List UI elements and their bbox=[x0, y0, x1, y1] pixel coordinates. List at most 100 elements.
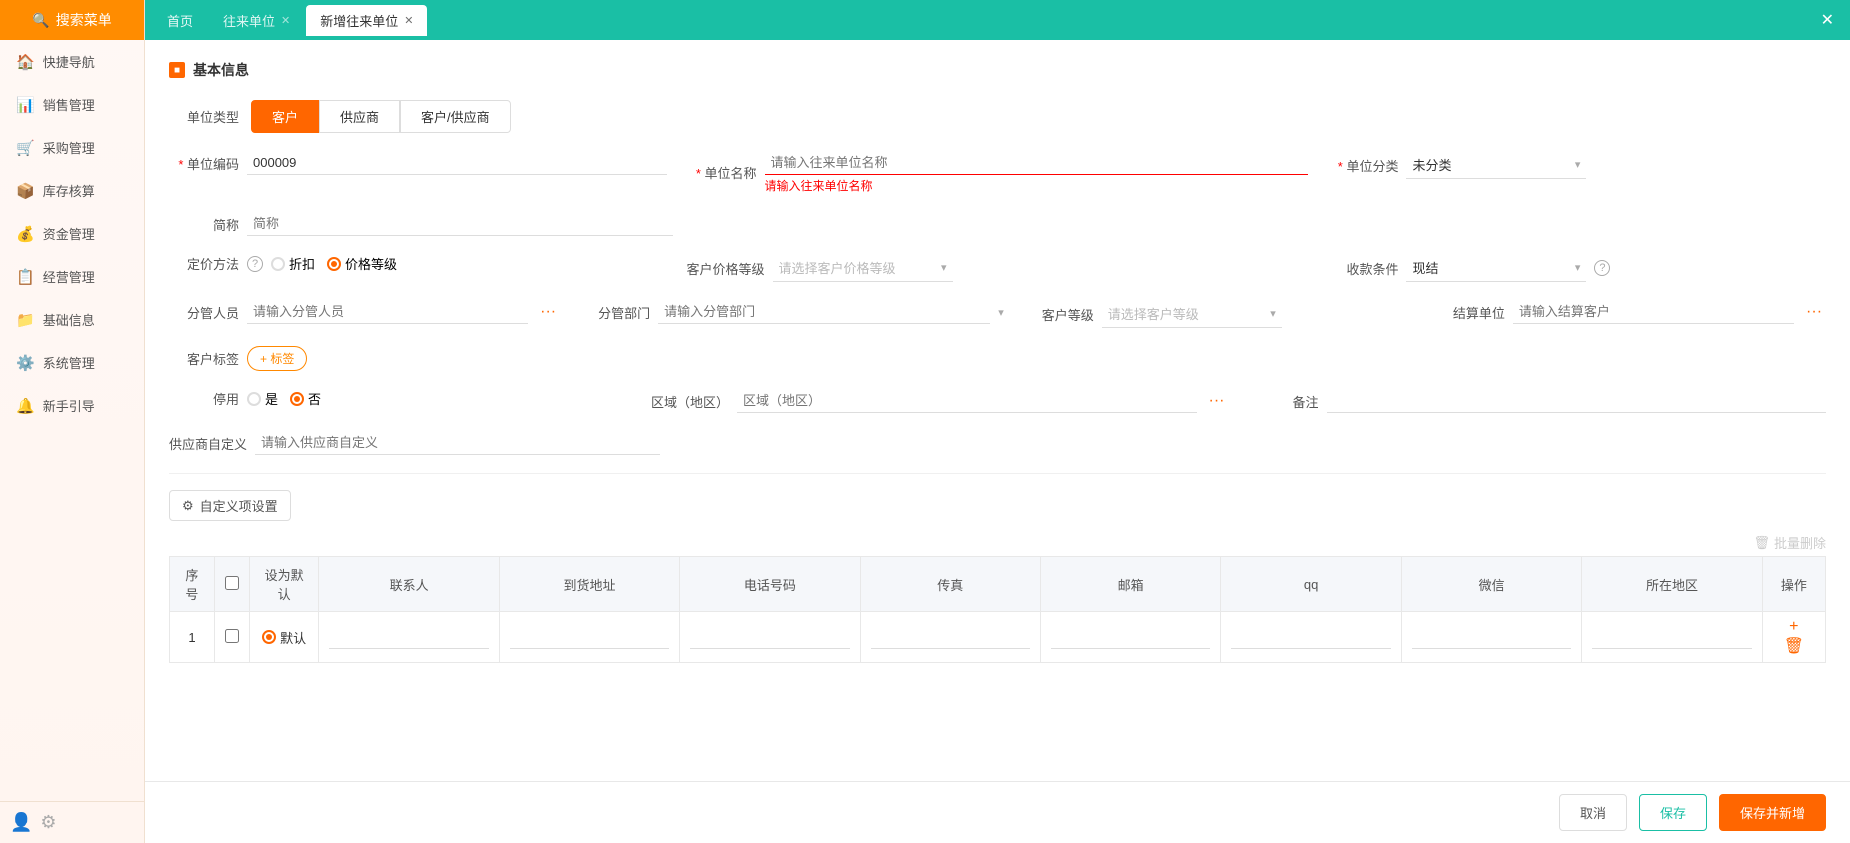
settlement-input[interactable] bbox=[1513, 300, 1794, 324]
type-btn-supplier[interactable]: 供应商 bbox=[319, 100, 400, 133]
sidebar-item-operations[interactable]: 📋 经营管理 bbox=[0, 255, 144, 298]
row-email[interactable] bbox=[1040, 612, 1220, 663]
fax-input[interactable] bbox=[871, 625, 1030, 649]
select-all-checkbox[interactable] bbox=[225, 576, 239, 590]
customer-price-chevron-icon: ▾ bbox=[941, 261, 947, 274]
row-fax[interactable] bbox=[860, 612, 1040, 663]
region-input[interactable] bbox=[1592, 625, 1751, 649]
home-icon: 🏠 bbox=[16, 53, 35, 71]
area-input[interactable] bbox=[737, 389, 1197, 413]
sidebar-item-quick-nav[interactable]: 🏠 快捷导航 bbox=[0, 40, 144, 83]
row-wechat[interactable] bbox=[1401, 612, 1581, 663]
cancel-button[interactable]: 取消 bbox=[1559, 794, 1627, 831]
customer-price-group: 客户价格等级 请选择客户价格等级 ▾ bbox=[687, 254, 1309, 282]
sidebar-item-basic[interactable]: 📁 基础信息 bbox=[0, 298, 144, 341]
gear-icon: ⚙️ bbox=[16, 354, 35, 372]
sidebar-user-icon[interactable]: 👤 bbox=[10, 812, 32, 833]
department-input[interactable] bbox=[658, 300, 990, 324]
save-button[interactable]: 保存 bbox=[1639, 794, 1707, 831]
tab-new-partner-close[interactable]: ✕ bbox=[404, 14, 413, 27]
disabled-row: 停用 是 否 区域（地区） ··· 备注 bbox=[169, 389, 1826, 413]
search-menu[interactable]: 🔍 搜索菜单 bbox=[0, 0, 144, 40]
col-contact: 联系人 bbox=[319, 557, 499, 612]
tab-trading-partners-close[interactable]: ✕ bbox=[281, 14, 290, 27]
customer-level-chevron-icon: ▾ bbox=[1270, 307, 1276, 320]
wechat-input[interactable] bbox=[1412, 625, 1571, 649]
payment-terms-label: 收款条件 bbox=[1328, 259, 1398, 278]
type-btn-both[interactable]: 客户/供应商 bbox=[400, 100, 511, 133]
remarks-input[interactable] bbox=[1327, 389, 1827, 413]
row-contact[interactable] bbox=[319, 612, 499, 663]
disabled-group: 停用 是 否 bbox=[169, 389, 631, 408]
payment-chevron-icon: ▾ bbox=[1575, 261, 1581, 274]
manager-input[interactable] bbox=[247, 300, 528, 324]
col-wechat: 微信 bbox=[1401, 557, 1581, 612]
custom-settings-button[interactable]: ⚙ 自定义项设置 bbox=[169, 490, 291, 521]
sidebar-item-purchase[interactable]: 🛒 采购管理 bbox=[0, 126, 144, 169]
batch-delete-label[interactable]: 批量删除 bbox=[1774, 533, 1826, 552]
abbreviation-input[interactable] bbox=[247, 212, 673, 236]
row-default-radio[interactable]: 默认 bbox=[260, 628, 309, 647]
col-fax: 传真 bbox=[860, 557, 1040, 612]
customer-level-label: 客户等级 bbox=[1024, 305, 1094, 324]
email-input[interactable] bbox=[1051, 625, 1210, 649]
sidebar-item-sales[interactable]: 📊 销售管理 bbox=[0, 83, 144, 126]
tab-trading-partners[interactable]: 往来单位 ✕ bbox=[209, 5, 304, 36]
row-add-button[interactable]: + bbox=[1786, 618, 1801, 636]
chart-icon: 📊 bbox=[16, 96, 35, 114]
pricing-row: 定价方法 ? 折扣 价格等级 客户价格等级 请选择客户价格等级 bbox=[169, 254, 1826, 282]
manager-row: 分管人员 ··· 分管部门 ▾ 客户等级 请选择客户等级 ▾ 结算单位 ··· bbox=[169, 300, 1826, 328]
tab-new-partner[interactable]: 新增往来单位 ✕ bbox=[306, 5, 427, 36]
payment-help-icon[interactable]: ? bbox=[1594, 260, 1610, 276]
sidebar-item-guide[interactable]: 🔔 新手引导 bbox=[0, 384, 144, 427]
radio-yes[interactable]: 是 bbox=[247, 389, 278, 408]
sidebar-settings-icon[interactable]: ⚙ bbox=[40, 812, 56, 833]
radio-discount[interactable]: 折扣 bbox=[271, 254, 315, 273]
section-icon: ■ bbox=[169, 62, 185, 78]
unit-category-select[interactable]: 未分类 ▾ bbox=[1406, 151, 1586, 179]
tab-home[interactable]: 首页 bbox=[153, 5, 207, 36]
customer-price-select[interactable]: 请选择客户价格等级 ▾ bbox=[773, 254, 953, 282]
contact-input[interactable] bbox=[329, 625, 488, 649]
abbreviation-group: 简称 bbox=[169, 212, 673, 236]
row-delete-button[interactable]: 🗑 bbox=[1781, 636, 1807, 656]
tag-row: 客户标签 + 标签 bbox=[169, 346, 1826, 371]
type-btn-customer[interactable]: 客户 bbox=[251, 100, 319, 133]
section-divider bbox=[169, 473, 1826, 474]
pricing-method-group: 定价方法 ? 折扣 价格等级 bbox=[169, 254, 667, 273]
cart-icon: 🛒 bbox=[16, 139, 35, 157]
row-qq[interactable] bbox=[1221, 612, 1402, 663]
sidebar-item-finance[interactable]: 💰 资金管理 bbox=[0, 212, 144, 255]
radio-price-level-circle bbox=[327, 257, 341, 271]
row-phone[interactable] bbox=[680, 612, 860, 663]
phone-input[interactable] bbox=[690, 625, 849, 649]
area-more-btn[interactable]: ··· bbox=[1205, 392, 1229, 410]
abbreviation-row: 简称 bbox=[169, 212, 1826, 236]
disabled-label: 停用 bbox=[169, 389, 239, 408]
unit-name-input[interactable] bbox=[765, 151, 1309, 175]
unit-code-input[interactable] bbox=[247, 151, 667, 175]
radio-price-level[interactable]: 价格等级 bbox=[327, 254, 397, 273]
row-default-radio-circle bbox=[262, 630, 276, 644]
row-region[interactable] bbox=[1582, 612, 1762, 663]
customer-price-label: 客户价格等级 bbox=[687, 259, 765, 278]
manager-more-btn[interactable]: ··· bbox=[536, 303, 560, 321]
col-qq: qq bbox=[1221, 557, 1402, 612]
row-address[interactable] bbox=[499, 612, 679, 663]
settlement-more-btn[interactable]: ··· bbox=[1802, 303, 1826, 321]
row-checkbox[interactable] bbox=[225, 629, 239, 643]
save-add-button[interactable]: 保存并新增 bbox=[1719, 794, 1826, 831]
supplier-custom-input[interactable] bbox=[255, 431, 660, 455]
remarks-label: 备注 bbox=[1249, 392, 1319, 411]
pricing-help-icon[interactable]: ? bbox=[247, 256, 263, 272]
customer-level-select[interactable]: 请选择客户等级 ▾ bbox=[1102, 300, 1282, 328]
sidebar-item-system[interactable]: ⚙️ 系统管理 bbox=[0, 341, 144, 384]
col-address: 到货地址 bbox=[499, 557, 679, 612]
close-all-tabs[interactable]: ✕ bbox=[1813, 6, 1842, 34]
radio-no[interactable]: 否 bbox=[290, 389, 321, 408]
address-input[interactable] bbox=[510, 625, 669, 649]
sidebar-item-inventory[interactable]: 📦 库存核算 bbox=[0, 169, 144, 212]
qq-input[interactable] bbox=[1231, 625, 1391, 649]
payment-terms-select[interactable]: 现结 ▾ bbox=[1406, 254, 1586, 282]
add-tag-button[interactable]: + 标签 bbox=[247, 346, 307, 371]
